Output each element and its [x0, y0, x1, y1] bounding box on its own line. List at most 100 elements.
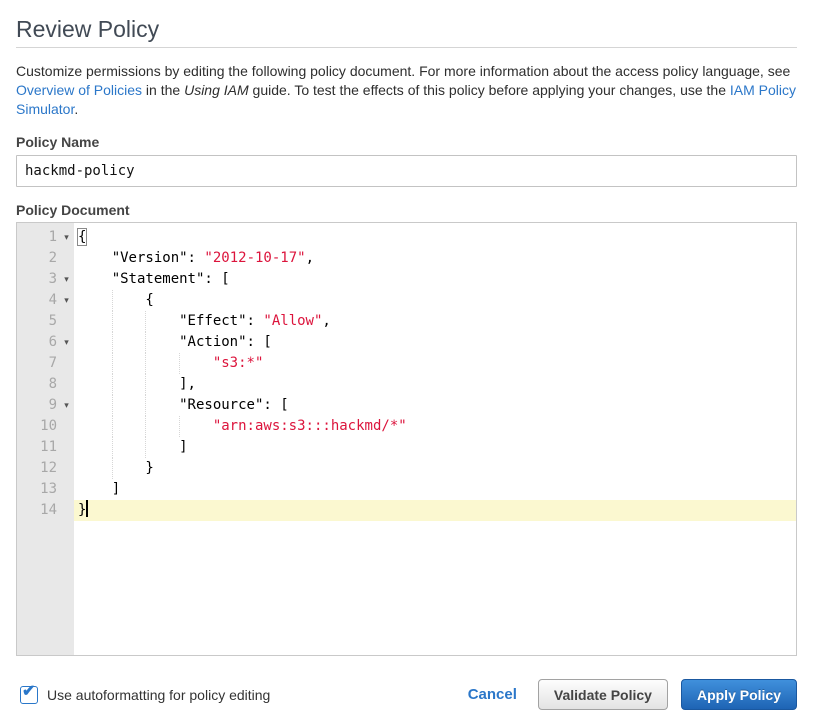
- code-line-13[interactable]: ]: [74, 479, 796, 500]
- editor-line-14[interactable]: 14}: [17, 500, 796, 521]
- json-token: }: [78, 502, 86, 518]
- json-token: "Resource": [: [179, 397, 289, 413]
- code-line-11[interactable]: ]: [74, 437, 796, 458]
- indent-guide: [179, 353, 213, 374]
- indent-guide: [112, 416, 146, 437]
- indent-guide: [145, 395, 179, 416]
- json-token: ,: [306, 250, 314, 266]
- editor-line-8[interactable]: 8],: [17, 374, 796, 395]
- footer-bar: ✔ Use autoformatting for policy editing …: [16, 679, 797, 710]
- json-string-token: "s3:*": [213, 355, 264, 371]
- code-line-9[interactable]: "Resource": [: [74, 395, 796, 416]
- indent-guide: [112, 437, 146, 458]
- policy-name-label: Policy Name: [16, 134, 797, 150]
- code-line-14[interactable]: }: [74, 500, 796, 521]
- indent-guide: [78, 458, 112, 479]
- fold-arrow-icon[interactable]: ▾: [59, 395, 74, 416]
- checkmark-icon: ✔: [22, 683, 35, 701]
- code-line-2[interactable]: "Version": "2012-10-17",: [74, 248, 796, 269]
- cancel-link[interactable]: Cancel: [468, 686, 517, 703]
- line-number-5[interactable]: 5: [17, 311, 74, 332]
- indent-guide: [78, 374, 112, 395]
- editor-line-9[interactable]: 9▾ "Resource": [: [17, 395, 796, 416]
- editor-line-2[interactable]: 2"Version": "2012-10-17",: [17, 248, 796, 269]
- indent-guide: [78, 269, 112, 290]
- indent-guide: [78, 311, 112, 332]
- indent-guide: [145, 437, 179, 458]
- footer-actions: Cancel Validate Policy Apply Policy: [468, 679, 797, 710]
- code-line-1[interactable]: {: [74, 227, 796, 248]
- editor-line-3[interactable]: 3▾ "Statement": [: [17, 269, 796, 290]
- indent-guide: [112, 458, 146, 479]
- line-number-11[interactable]: 11: [17, 437, 74, 458]
- json-token: ],: [179, 376, 196, 392]
- json-string-token: "Allow": [263, 313, 322, 329]
- fold-arrow-icon[interactable]: ▾: [59, 332, 74, 353]
- indent-guide: [145, 332, 179, 353]
- code-line-10[interactable]: "arn:aws:s3:::hackmd/*": [74, 416, 796, 437]
- json-token: {: [78, 229, 86, 245]
- policy-name-input[interactable]: [16, 155, 797, 187]
- indent-guide: [112, 311, 146, 332]
- json-string-token: "arn:aws:s3:::hackmd/*": [213, 418, 407, 434]
- line-number-2[interactable]: 2: [17, 248, 74, 269]
- intro-text-2: in the: [142, 82, 184, 98]
- json-token: ,: [322, 313, 330, 329]
- intro-text-1: Customize permissions by editing the fol…: [16, 63, 790, 79]
- editor-line-1[interactable]: 1▾{: [17, 227, 796, 248]
- validate-policy-button[interactable]: Validate Policy: [538, 679, 668, 710]
- code-line-3[interactable]: "Statement": [: [74, 269, 796, 290]
- json-token: "Statement": [: [112, 271, 230, 287]
- editor-line-11[interactable]: 11]: [17, 437, 796, 458]
- indent-guide: [145, 353, 179, 374]
- line-number-8[interactable]: 8: [17, 374, 74, 395]
- editor-line-7[interactable]: 7 "s3:*": [17, 353, 796, 374]
- indent-guide: [78, 353, 112, 374]
- line-number-1[interactable]: 1▾: [17, 227, 74, 248]
- code-line-12[interactable]: }: [74, 458, 796, 479]
- indent-guide: [78, 437, 112, 458]
- indent-guide: [78, 332, 112, 353]
- fold-arrow-icon[interactable]: ▾: [59, 290, 74, 311]
- editor-line-4[interactable]: 4▾{: [17, 290, 796, 311]
- autoformat-checkbox[interactable]: ✔: [20, 686, 38, 704]
- indent-guide: [78, 416, 112, 437]
- line-number-7[interactable]: 7: [17, 353, 74, 374]
- line-number-6[interactable]: 6▾: [17, 332, 74, 353]
- line-number-9[interactable]: 9▾: [17, 395, 74, 416]
- policy-document-editor[interactable]: 1▾{2"Version": "2012-10-17",3▾"Statement…: [16, 222, 797, 656]
- code-line-7[interactable]: "s3:*": [74, 353, 796, 374]
- fold-arrow-icon[interactable]: ▾: [59, 227, 74, 248]
- editor-line-6[interactable]: 6▾"Action": [: [17, 332, 796, 353]
- line-number-3[interactable]: 3▾: [17, 269, 74, 290]
- editor-lines[interactable]: 1▾{2"Version": "2012-10-17",3▾"Statement…: [17, 223, 796, 521]
- line-number-14[interactable]: 14: [17, 500, 74, 521]
- intro-paragraph: Customize permissions by editing the fol…: [16, 62, 797, 119]
- json-token: "Effect":: [179, 313, 263, 329]
- json-string-token: "2012-10-17": [204, 250, 305, 266]
- line-number-10[interactable]: 10: [17, 416, 74, 437]
- autoformat-label[interactable]: Use autoformatting for policy editing: [47, 687, 270, 703]
- autoformat-option[interactable]: ✔ Use autoformatting for policy editing: [20, 686, 270, 704]
- code-line-6[interactable]: "Action": [: [74, 332, 796, 353]
- editor-line-10[interactable]: 10 "arn:aws:s3:::hackmd/*": [17, 416, 796, 437]
- text-cursor: [86, 500, 88, 517]
- indent-guide: [112, 332, 146, 353]
- editor-line-12[interactable]: 12}: [17, 458, 796, 479]
- code-line-4[interactable]: {: [74, 290, 796, 311]
- line-number-4[interactable]: 4▾: [17, 290, 74, 311]
- code-line-8[interactable]: ],: [74, 374, 796, 395]
- fold-arrow-icon[interactable]: ▾: [59, 269, 74, 290]
- code-line-5[interactable]: "Effect": "Allow",: [74, 311, 796, 332]
- editor-line-13[interactable]: 13]: [17, 479, 796, 500]
- json-token: "Version":: [112, 250, 205, 266]
- json-token: ]: [179, 439, 187, 455]
- indent-guide: [179, 416, 213, 437]
- indent-guide: [112, 290, 146, 311]
- overview-of-policies-link[interactable]: Overview of Policies: [16, 82, 142, 98]
- apply-policy-button[interactable]: Apply Policy: [681, 679, 797, 710]
- indent-guide: [112, 374, 146, 395]
- line-number-12[interactable]: 12: [17, 458, 74, 479]
- line-number-13[interactable]: 13: [17, 479, 74, 500]
- editor-line-5[interactable]: 5"Effect": "Allow",: [17, 311, 796, 332]
